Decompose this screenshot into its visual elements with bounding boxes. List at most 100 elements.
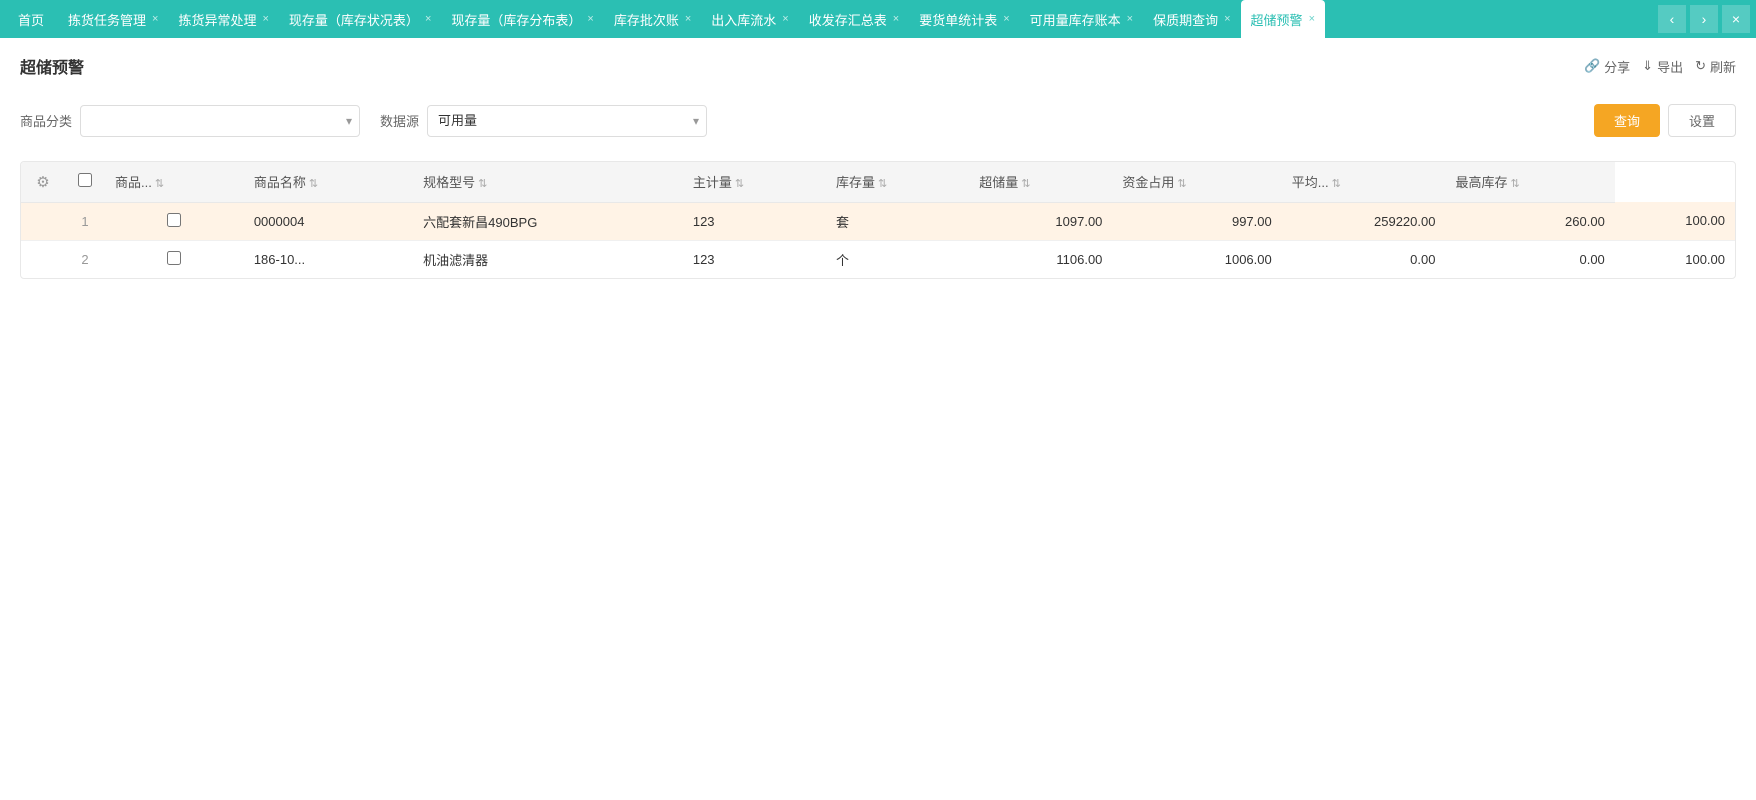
nav-close-icon[interactable]: × — [893, 13, 899, 25]
nav-close-icon[interactable]: × — [1003, 13, 1009, 25]
row-product-name: 机油滤清器 — [413, 240, 683, 278]
row-unit: 套 — [826, 202, 969, 240]
page-content: 超储预警 🔗 分享 ⇓ 导出 ↻ 刷新 商品分类 — [0, 38, 1756, 295]
row-unit: 个 — [826, 240, 969, 278]
sort-icon: ⇅ — [1177, 177, 1186, 190]
gear-icon[interactable]: ⚙ — [36, 174, 49, 191]
nav-close-icon[interactable]: × — [587, 13, 593, 25]
filter-actions: 查询 设置 — [1594, 104, 1736, 137]
nav-close-icon[interactable]: × — [152, 13, 158, 25]
row-max-stock: 100.00 — [1615, 202, 1735, 240]
refresh-icon: ↻ — [1695, 58, 1706, 74]
sort-icon: ⇅ — [1332, 177, 1341, 190]
datasource-label: 数据源 — [380, 111, 419, 130]
nav-close-icon[interactable]: × — [1127, 13, 1133, 25]
refresh-action[interactable]: ↻ 刷新 — [1695, 57, 1736, 76]
nav-item-chaochuyujing[interactable]: 超储预警 × — [1241, 0, 1325, 38]
row-num-cell: 1 — [65, 202, 105, 240]
row-spec: 123 — [683, 240, 826, 278]
nav-close-icon[interactable]: × — [1309, 13, 1315, 25]
col-header-product-code[interactable]: 商品...⇅ — [105, 162, 244, 202]
nav-close-icon[interactable]: × — [782, 13, 788, 25]
category-select-wrap — [80, 105, 360, 137]
nav-home[interactable]: 首页 — [4, 10, 58, 29]
table-body: 1 0000004 六配套新昌490BPG 123 套 1097.00 997.… — [21, 202, 1735, 278]
category-filter-group: 商品分类 — [20, 105, 360, 137]
page-title: 超储预警 — [20, 54, 84, 78]
nav-prev-button[interactable]: ‹ — [1658, 5, 1686, 33]
filter-row: 商品分类 数据源 可用量 查询 设置 — [20, 94, 1736, 147]
col-header-capital[interactable]: 资金占用⇅ — [1112, 162, 1281, 202]
sort-icon: ⇅ — [878, 177, 887, 190]
col-header-gear[interactable]: ⚙ — [21, 162, 65, 202]
sort-icon: ⇅ — [309, 177, 318, 190]
nav-close-icon[interactable]: × — [685, 13, 691, 25]
nav-item-yaohuodan[interactable]: 要货单统计表 × — [909, 0, 1019, 38]
category-label: 商品分类 — [20, 111, 72, 130]
row-capital: 259220.00 — [1282, 202, 1446, 240]
export-icon: ⇓ — [1642, 58, 1653, 74]
share-action[interactable]: 🔗 分享 — [1584, 57, 1630, 76]
col-header-spec[interactable]: 规格型号⇅ — [413, 162, 683, 202]
datasource-filter-group: 数据源 可用量 — [380, 105, 707, 137]
settings-button[interactable]: 设置 — [1668, 104, 1736, 137]
nav-arrows: ‹ › × — [1656, 5, 1752, 33]
col-header-avg[interactable]: 平均...⇅ — [1282, 162, 1446, 202]
col-header-unit[interactable]: 主计量⇅ — [683, 162, 826, 202]
row-max-stock: 100.00 — [1615, 240, 1735, 278]
row-over: 1006.00 — [1112, 240, 1281, 278]
query-button[interactable]: 查询 — [1594, 104, 1660, 137]
nav-item-jianhuorenwu[interactable]: 拣货任务管理 × — [58, 0, 168, 38]
row-over: 997.00 — [1112, 202, 1281, 240]
nav-close-icon[interactable]: × — [1224, 13, 1230, 25]
nav-item-baozhi[interactable]: 保质期查询 × — [1143, 0, 1240, 38]
col-header-stock[interactable]: 库存量⇅ — [826, 162, 969, 202]
nav-item-jianhuo-yichang[interactable]: 拣货异常处理 × — [168, 0, 278, 38]
row-avg: 260.00 — [1445, 202, 1614, 240]
share-icon: 🔗 — [1584, 58, 1600, 74]
row-stock: 1097.00 — [969, 202, 1112, 240]
col-header-max-stock[interactable]: 最高库存⇅ — [1445, 162, 1614, 202]
row-product-name: 六配套新昌490BPG — [413, 202, 683, 240]
row-product-code: 186-10... — [244, 240, 413, 278]
row-stock: 1106.00 — [969, 240, 1112, 278]
col-header-product-name[interactable]: 商品名称⇅ — [244, 162, 413, 202]
sort-icon: ⇅ — [478, 177, 487, 190]
nav-item-xiancunliang-status[interactable]: 现存量（库存状况表） × — [279, 0, 441, 38]
col-header-over[interactable]: 超储量⇅ — [969, 162, 1112, 202]
select-all-checkbox[interactable] — [78, 173, 92, 187]
nav-close-icon[interactable]: × — [262, 13, 268, 25]
nav-item-shoufacun[interactable]: 收发存汇总表 × — [799, 0, 909, 38]
table-row: 1 0000004 六配套新昌490BPG 123 套 1097.00 997.… — [21, 202, 1735, 240]
sort-icon: ⇅ — [735, 177, 744, 190]
row-gear-cell — [21, 202, 65, 240]
row-avg: 0.00 — [1445, 240, 1614, 278]
nav-item-churuku[interactable]: 出入库流水 × — [701, 0, 798, 38]
data-table-wrap: ⚙ 商品...⇅ 商品名称⇅ 规格型号⇅ 主计量⇅ — [20, 161, 1736, 279]
header-actions: 🔗 分享 ⇓ 导出 ↻ 刷新 — [1584, 57, 1736, 76]
row-capital: 0.00 — [1282, 240, 1446, 278]
row-check-cell[interactable] — [105, 202, 244, 240]
nav-item-xiancunliang-dist[interactable]: 现存量（库存分布表） × — [441, 0, 603, 38]
row-product-code: 0000004 — [244, 202, 413, 240]
export-action[interactable]: ⇓ 导出 — [1642, 57, 1683, 76]
category-select[interactable] — [80, 105, 360, 137]
col-header-check[interactable] — [65, 162, 105, 202]
table-header-row: ⚙ 商品...⇅ 商品名称⇅ 规格型号⇅ 主计量⇅ — [21, 162, 1735, 202]
sort-icon: ⇅ — [1021, 177, 1030, 190]
data-table: ⚙ 商品...⇅ 商品名称⇅ 规格型号⇅ 主计量⇅ — [21, 162, 1735, 278]
page-header: 超储预警 🔗 分享 ⇓ 导出 ↻ 刷新 — [20, 54, 1736, 78]
nav-more-button[interactable]: × — [1722, 5, 1750, 33]
datasource-select[interactable]: 可用量 — [427, 105, 707, 137]
row-check-cell[interactable] — [105, 240, 244, 278]
nav-close-icon[interactable]: × — [425, 13, 431, 25]
row-checkbox[interactable] — [167, 251, 181, 265]
row-gear-cell — [21, 240, 65, 278]
datasource-select-wrap: 可用量 — [427, 105, 707, 137]
nav-next-button[interactable]: › — [1690, 5, 1718, 33]
nav-item-kucun-pici[interactable]: 库存批次账 × — [604, 0, 701, 38]
nav-item-keyongliang[interactable]: 可用量库存账本 × — [1020, 0, 1143, 38]
row-checkbox[interactable] — [167, 213, 181, 227]
sort-icon: ⇅ — [1510, 177, 1519, 190]
row-num-cell: 2 — [65, 240, 105, 278]
